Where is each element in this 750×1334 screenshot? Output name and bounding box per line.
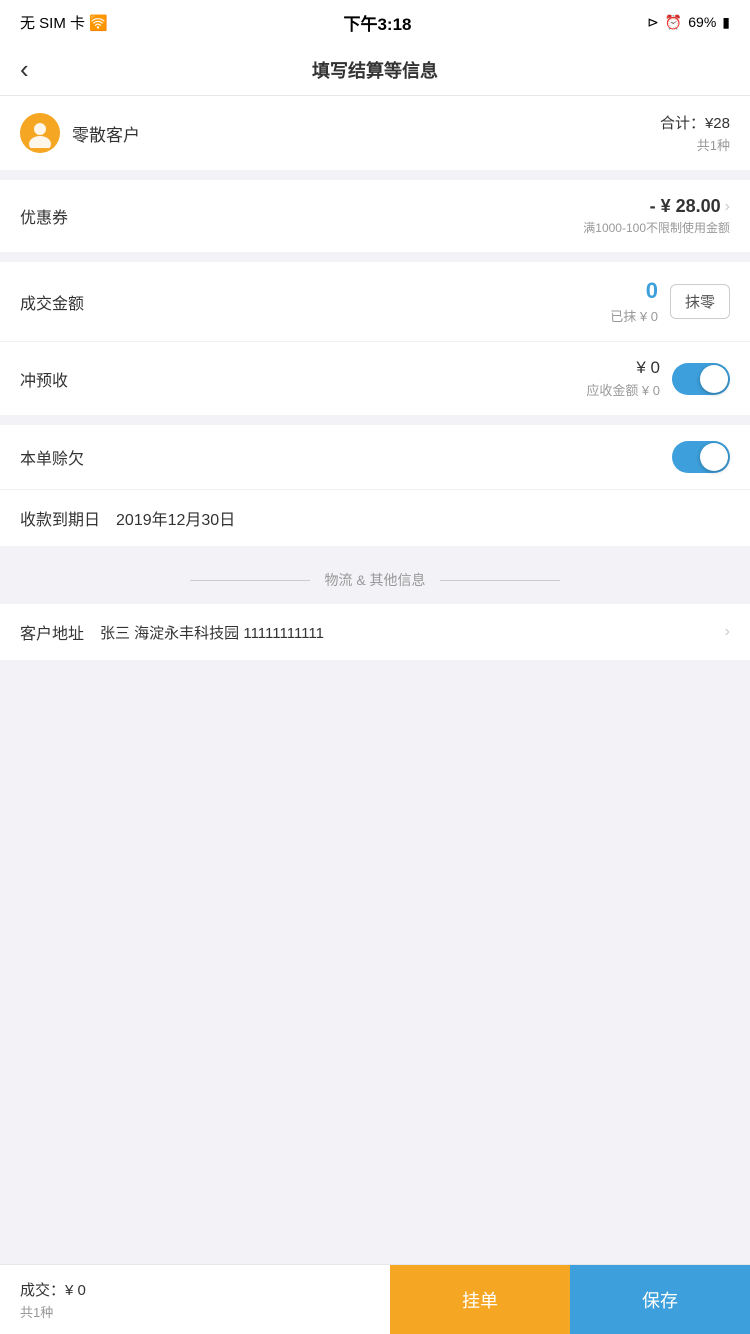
- address-section[interactable]: 客户地址 张三 海淀永丰科技园 11111111111 ›: [0, 604, 750, 660]
- coupon-section[interactable]: 优惠券 - ¥ 28.00 › 满1000-100不限制使用金额: [0, 180, 750, 252]
- battery-icon: ▮: [722, 14, 730, 31]
- debt-label: 本单赊欠: [20, 445, 84, 469]
- location-icon: ⊳: [647, 14, 659, 31]
- debt-toggle-knob: [700, 443, 728, 471]
- coupon-right: - ¥ 28.00 › 满1000-100不限制使用金额: [583, 196, 730, 236]
- due-date-value: 2019年12月30日: [116, 506, 235, 530]
- bottom-deal-value: ¥ 0: [65, 1282, 86, 1299]
- bottom-deal-label: 成交：¥ 0: [20, 1279, 370, 1300]
- deal-amount-right: 已抹 ¥ 0: [598, 278, 658, 325]
- pre-receive-label: 冲预收: [20, 367, 68, 391]
- pre-receive-toggle[interactable]: [672, 363, 730, 395]
- page-title: 填写结算等信息: [312, 57, 438, 83]
- logistics-label: 物流 & 其他信息: [324, 572, 425, 588]
- status-bar: 无 SIM 卡 🛜 下午3:18 ⊳ ⏰ 69% ▮: [0, 0, 750, 44]
- customer-right: 合计：¥28 共1种: [660, 112, 730, 154]
- customer-name: 零散客户: [72, 121, 140, 146]
- round-zero-button[interactable]: 抹零: [670, 284, 730, 319]
- debt-section: 本单赊欠 收款到期日 2019年12月30日: [0, 425, 750, 546]
- bottom-count: 共1种: [20, 1302, 370, 1321]
- battery-label: 69%: [688, 14, 716, 30]
- coupon-row[interactable]: 优惠券 - ¥ 28.00 › 满1000-100不限制使用金额: [0, 180, 750, 252]
- deal-amount-label: 成交金额: [20, 290, 84, 314]
- status-left: 无 SIM 卡 🛜: [20, 12, 108, 33]
- bottom-bar: 成交：¥ 0 共1种 挂单 保存: [0, 1264, 750, 1334]
- coupon-amount: - ¥ 28.00: [650, 196, 721, 217]
- sim-label: 无 SIM 卡 🛜: [20, 12, 108, 33]
- avatar: [20, 113, 60, 153]
- toggle-knob: [700, 365, 728, 393]
- pending-button[interactable]: 挂单: [390, 1265, 570, 1334]
- status-time: 下午3:18: [343, 10, 411, 35]
- coupon-desc: 满1000-100不限制使用金额: [583, 219, 730, 236]
- address-label: 客户地址: [20, 620, 84, 644]
- bottom-deal-prefix: 成交：: [20, 1282, 65, 1299]
- total-count: 共1种: [660, 135, 730, 154]
- deal-section: 成交金额 已抹 ¥ 0 抹零 冲预收 ¥ 0 应收金额 ¥ 0: [0, 262, 750, 415]
- address-arrow-icon: ›: [725, 623, 730, 641]
- logistics-header: 物流 & 其他信息: [0, 556, 750, 604]
- save-label: 保存: [642, 1287, 678, 1313]
- deal-amount-input[interactable]: [598, 278, 658, 304]
- deal-amount-row: 成交金额 已抹 ¥ 0 抹零: [0, 262, 750, 341]
- prerecv-info: ¥ 0 应收金额 ¥ 0: [586, 358, 660, 399]
- status-right: ⊳ ⏰ 69% ▮: [647, 14, 730, 31]
- due-date-label: 收款到期日: [20, 506, 100, 530]
- due-date-row: 收款到期日 2019年12月30日: [0, 489, 750, 546]
- customer-row: 零散客户 合计：¥28 共1种: [0, 96, 750, 170]
- customer-section: 零散客户 合计：¥28 共1种: [0, 96, 750, 170]
- total-label: 合计：¥28: [660, 112, 730, 133]
- customer-left: 零散客户: [20, 113, 140, 153]
- prerecv-amount: ¥ 0: [636, 358, 660, 378]
- address-row[interactable]: 客户地址 张三 海淀永丰科技园 11111111111 ›: [0, 604, 750, 660]
- deal-right: 已抹 ¥ 0 抹零: [598, 278, 730, 325]
- bottom-info: 成交：¥ 0 共1种: [0, 1279, 390, 1321]
- debt-row: 本单赊欠: [0, 425, 750, 489]
- coupon-arrow-icon: ›: [725, 198, 730, 216]
- pre-receive-right: ¥ 0 应收金额 ¥ 0: [586, 358, 730, 399]
- pre-receive-row: 冲预收 ¥ 0 应收金额 ¥ 0: [0, 341, 750, 415]
- pending-label: 挂单: [462, 1287, 498, 1313]
- address-value: 张三 海淀永丰科技园 11111111111: [100, 622, 725, 643]
- nav-bar: ‹ 填写结算等信息: [0, 44, 750, 96]
- debt-toggle[interactable]: [672, 441, 730, 473]
- prerecv-sub: 应收金额 ¥ 0: [586, 380, 660, 399]
- alarm-icon: ⏰: [665, 14, 682, 31]
- save-button[interactable]: 保存: [570, 1265, 750, 1334]
- back-button[interactable]: ‹: [20, 54, 29, 85]
- deal-sub-label: 已抹 ¥ 0: [610, 306, 658, 325]
- coupon-label: 优惠券: [20, 204, 68, 228]
